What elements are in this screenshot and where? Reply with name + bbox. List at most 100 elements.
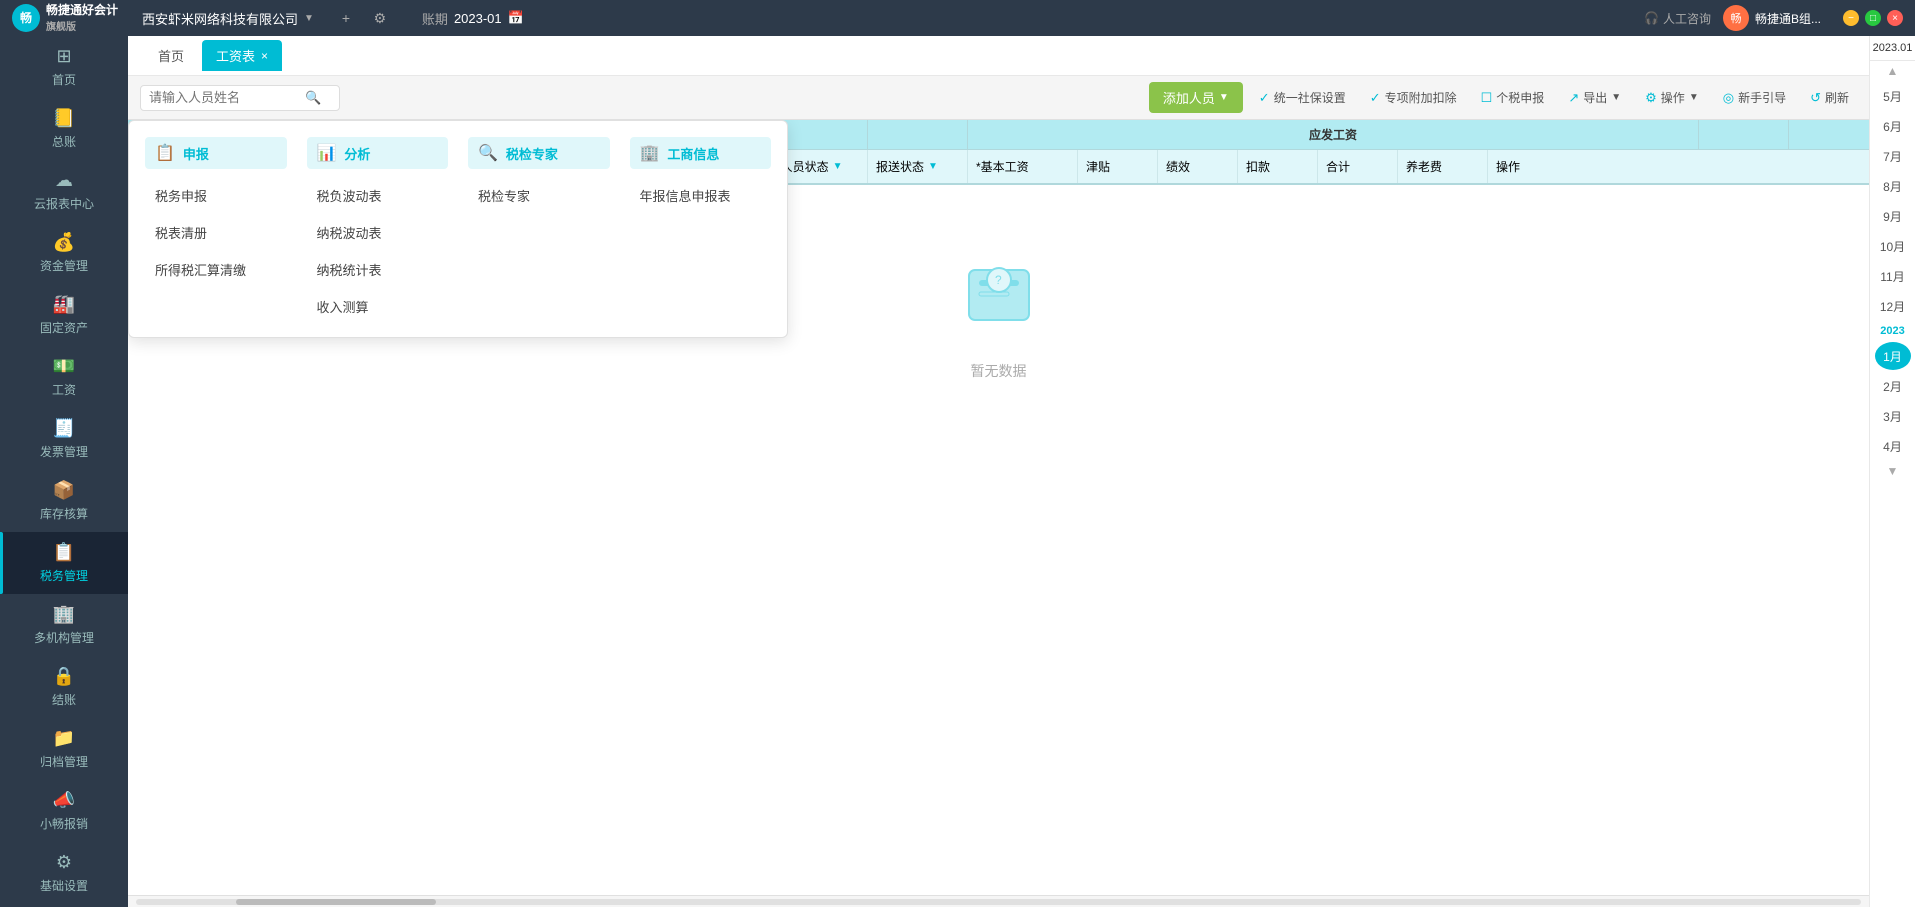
status-filter-icon[interactable]: ▼ bbox=[833, 161, 843, 172]
menu-item-tax-expert[interactable]: 税检专家 bbox=[468, 181, 610, 210]
win-close-btn[interactable]: × bbox=[1887, 10, 1903, 26]
no-data-image: ? bbox=[949, 245, 1049, 345]
sidebar-item-fixed-assets[interactable]: 🏭 固定资产 bbox=[0, 284, 128, 346]
menu-item-tax-burden[interactable]: 税负波动表 bbox=[307, 181, 449, 210]
xiaochang-icon: 📣 bbox=[53, 790, 75, 811]
month-6[interactable]: 6月 bbox=[1875, 112, 1911, 140]
right-panel: 2023.01 ▲ 5月 6月 7月 8月 9月 10月 11月 12月 202… bbox=[1869, 36, 1915, 907]
logo-icon: 畅 bbox=[12, 4, 40, 32]
month-10[interactable]: 10月 bbox=[1875, 232, 1911, 260]
scrollbar-thumb[interactable] bbox=[236, 899, 436, 905]
declaration-section: 📋 申报 税务申报 税表清册 所得税汇算清缴 bbox=[145, 137, 287, 321]
sidebar-item-tax[interactable]: 📋 税务管理 bbox=[0, 532, 128, 594]
tax-expert-header: 🔍 税检专家 bbox=[468, 137, 610, 169]
window-controls: − □ × bbox=[1843, 10, 1903, 26]
win-minimize-btn[interactable]: − bbox=[1843, 10, 1859, 26]
sidebar-item-payroll[interactable]: 💵 工资 bbox=[0, 346, 128, 408]
th-report-status-label: 报送状态 bbox=[876, 158, 924, 175]
tab-payroll-label: 工资表 bbox=[216, 46, 255, 65]
tab-home[interactable]: 首页 bbox=[144, 40, 198, 71]
guide-label: 新手引导 bbox=[1738, 89, 1786, 106]
add-icon[interactable]: + bbox=[334, 6, 358, 30]
th-social-top bbox=[1699, 120, 1789, 149]
user-avatar: 畅 bbox=[1723, 5, 1749, 31]
sidebar-item-home[interactable]: ⊞ 首页 bbox=[0, 36, 128, 98]
tax-dropdown-menu: 📋 申报 税务申报 税表清册 所得税汇算清缴 📊 分析 税负波动表 纳税波动表 … bbox=[128, 120, 788, 338]
search-icon[interactable]: 🔍 bbox=[305, 90, 321, 106]
add-person-label: 添加人员 bbox=[1163, 88, 1215, 107]
svg-text:?: ? bbox=[995, 273, 1002, 287]
tax-icon: 📋 bbox=[53, 542, 75, 563]
tab-payroll[interactable]: 工资表 × bbox=[202, 40, 282, 71]
sidebar-item-archive[interactable]: 📁 归档管理 bbox=[0, 718, 128, 780]
menu-item-tax-payment[interactable]: 纳税波动表 bbox=[307, 218, 449, 247]
menu-item-tax-declaration[interactable]: 税务申报 bbox=[145, 181, 287, 210]
add-person-button[interactable]: 添加人员 ▼ bbox=[1149, 82, 1243, 113]
month-1-active[interactable]: 1月 bbox=[1875, 342, 1911, 370]
analysis-section: 📊 分析 税负波动表 纳税波动表 纳税统计表 收入测算 bbox=[307, 137, 449, 321]
th-base-salary: *基本工资 bbox=[968, 150, 1078, 183]
company-selector[interactable]: 西安虾米网络科技有限公司 ▼ bbox=[142, 9, 314, 28]
refresh-action[interactable]: ↺ 刷新 bbox=[1802, 85, 1857, 110]
special-deduction-action[interactable]: ✓ 专项附加扣除 bbox=[1362, 85, 1465, 110]
month-8[interactable]: 8月 bbox=[1875, 172, 1911, 200]
menu-item-income-calc[interactable]: 收入测算 bbox=[307, 292, 449, 321]
month-7[interactable]: 7月 bbox=[1875, 142, 1911, 170]
settings-icon[interactable]: ⚙ bbox=[368, 6, 392, 30]
basic-settings-icon: ⚙ bbox=[56, 852, 72, 873]
user-area[interactable]: 畅 畅捷通B组... bbox=[1723, 5, 1821, 31]
support-button[interactable]: 🎧 人工咨询 bbox=[1644, 10, 1711, 27]
month-12[interactable]: 12月 bbox=[1875, 292, 1911, 320]
menu-item-annual-report[interactable]: 年报信息申报表 bbox=[630, 181, 772, 210]
headset-icon: 🎧 bbox=[1644, 11, 1659, 25]
app-badge: 旗舰版 bbox=[46, 18, 118, 33]
horizontal-scrollbar[interactable] bbox=[128, 895, 1869, 907]
sidebar-item-cloud-report[interactable]: ☁ 云报表中心 bbox=[0, 160, 128, 222]
sidebar-item-invoice[interactable]: 🧾 发票管理 bbox=[0, 408, 128, 470]
main-layout: ⊞ 首页 📒 总账 ☁ 云报表中心 💰 资金管理 🏭 固定资产 💵 工资 🧾 发… bbox=[0, 36, 1915, 907]
menu-item-tax-form[interactable]: 税表清册 bbox=[145, 218, 287, 247]
report-status-filter-icon[interactable]: ▼ bbox=[928, 161, 938, 172]
sidebar-item-closing[interactable]: 🔒 结账 bbox=[0, 656, 128, 718]
fund-icon: 💰 bbox=[53, 232, 75, 253]
month-9[interactable]: 9月 bbox=[1875, 202, 1911, 230]
tab-close-icon[interactable]: × bbox=[261, 49, 268, 63]
tax-expert-section: 🔍 税检专家 税检专家 bbox=[468, 137, 610, 321]
right-panel-header: 2023.01 bbox=[1870, 36, 1915, 61]
tax-expert-label: 税检专家 bbox=[506, 144, 558, 163]
sidebar-item-basic-settings[interactable]: ⚙ 基础设置 bbox=[0, 842, 128, 904]
export-action[interactable]: ↗ 导出 ▼ bbox=[1560, 85, 1629, 110]
menu-item-tax-stats[interactable]: 纳税统计表 bbox=[307, 255, 449, 284]
sidebar-item-inventory[interactable]: 📦 库存核算 bbox=[0, 470, 128, 532]
th-deduction: 扣款 bbox=[1238, 150, 1318, 183]
user-name: 畅捷通B组... bbox=[1755, 10, 1821, 27]
add-btn-chevron-icon: ▼ bbox=[1219, 92, 1229, 103]
period-label: 账期 bbox=[422, 9, 448, 28]
social-security-action[interactable]: ✓ 统一社保设置 bbox=[1251, 85, 1354, 110]
month-5[interactable]: 5月 bbox=[1875, 82, 1911, 110]
right-panel-scroll-down[interactable]: ▼ bbox=[1875, 461, 1911, 481]
month-3[interactable]: 3月 bbox=[1875, 402, 1911, 430]
refresh-label: 刷新 bbox=[1825, 89, 1849, 106]
archive-icon: 📁 bbox=[53, 728, 75, 749]
social-security-label: 统一社保设置 bbox=[1274, 89, 1346, 106]
tab-home-label: 首页 bbox=[158, 46, 184, 65]
tax-return-action[interactable]: ☐ 个税申报 bbox=[1473, 85, 1553, 110]
analysis-header: 📊 分析 bbox=[307, 137, 449, 169]
menu-item-tax-settlement[interactable]: 所得税汇算清缴 bbox=[145, 255, 287, 284]
sidebar-item-multi-org[interactable]: 🏢 多机构管理 bbox=[0, 594, 128, 656]
period-calendar-icon[interactable]: 📅 bbox=[508, 10, 524, 26]
win-maximize-btn[interactable]: □ bbox=[1865, 10, 1881, 26]
th-performance: 绩效 bbox=[1158, 150, 1238, 183]
guide-action[interactable]: ◎ 新手引导 bbox=[1715, 85, 1794, 110]
right-panel-scroll-up[interactable]: ▲ bbox=[1875, 61, 1911, 81]
month-11[interactable]: 11月 bbox=[1875, 262, 1911, 290]
th-report-status: 报送状态 ▼ bbox=[868, 150, 968, 183]
sidebar-item-xiaochang[interactable]: 📣 小畅报销 bbox=[0, 780, 128, 842]
month-2[interactable]: 2月 bbox=[1875, 372, 1911, 400]
month-4[interactable]: 4月 bbox=[1875, 432, 1911, 460]
operation-action[interactable]: ⚙ 操作 ▼ bbox=[1637, 85, 1707, 110]
sidebar-item-ledger[interactable]: 📒 总账 bbox=[0, 98, 128, 160]
sidebar-item-fund[interactable]: 💰 资金管理 bbox=[0, 222, 128, 284]
search-input[interactable] bbox=[149, 90, 299, 105]
